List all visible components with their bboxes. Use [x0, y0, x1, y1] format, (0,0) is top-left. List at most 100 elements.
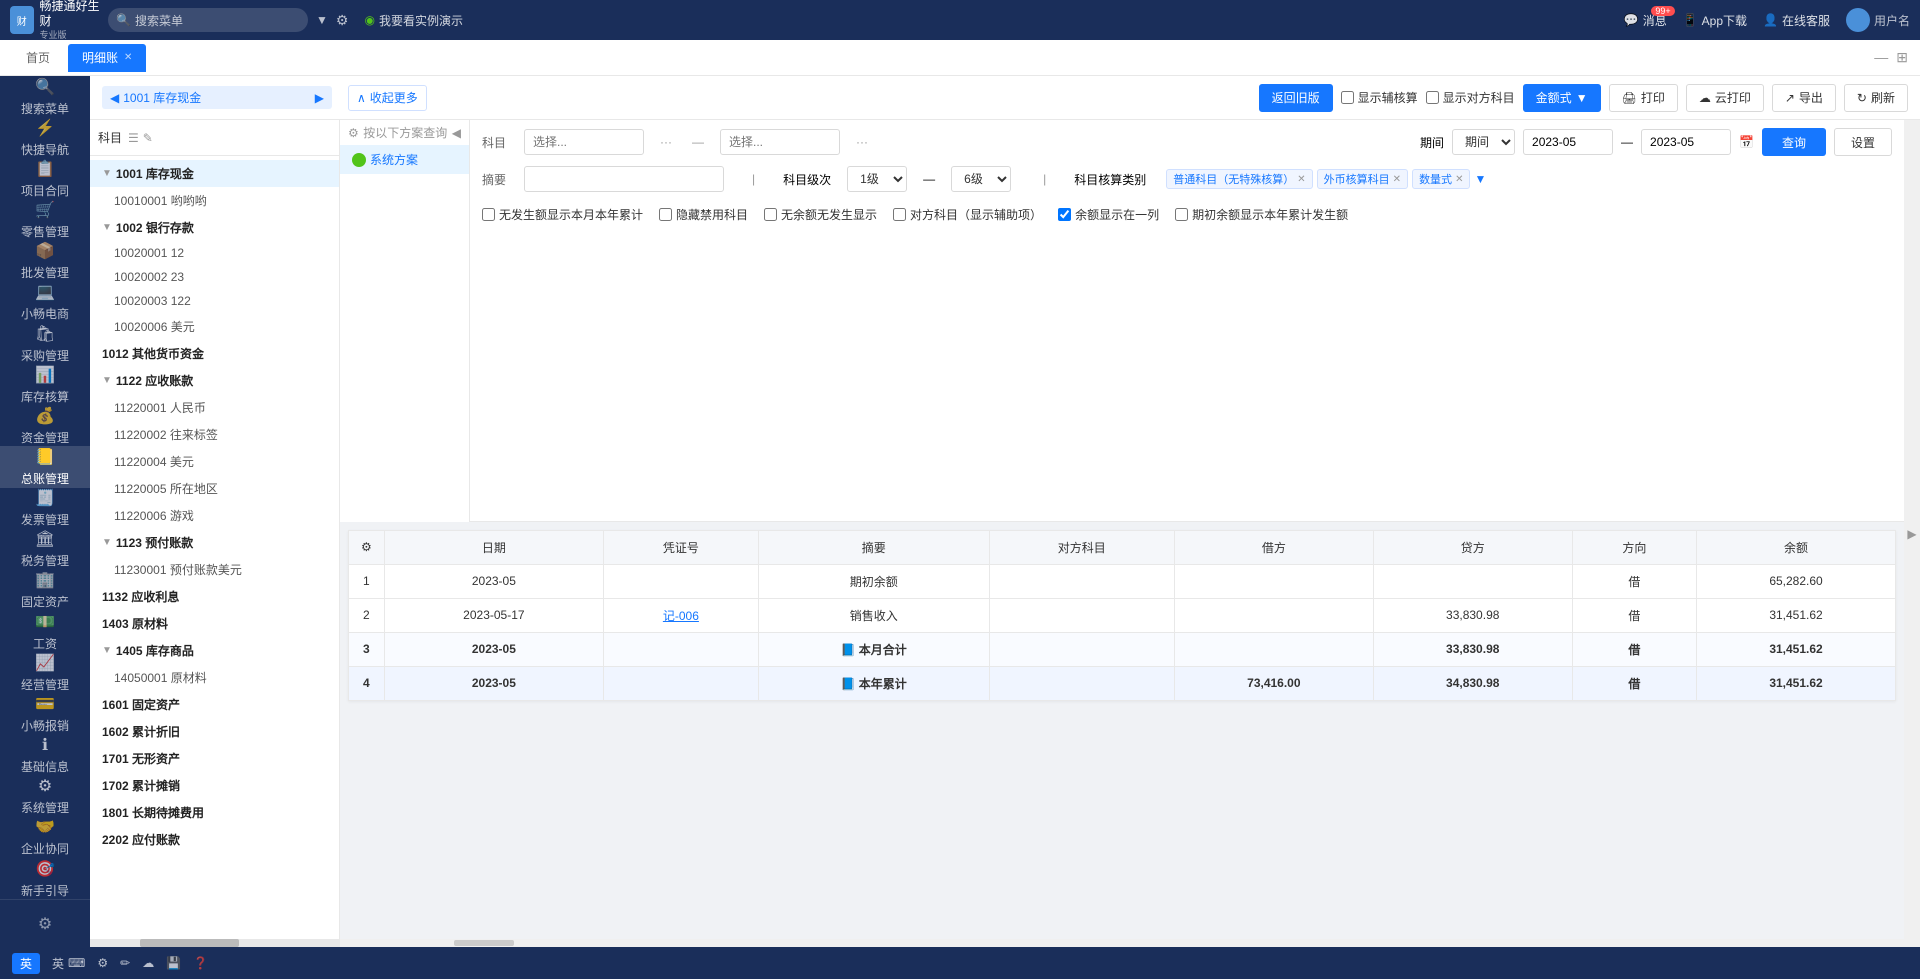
user-avatar[interactable]: 用户名	[1846, 8, 1910, 32]
tree-item-11220006[interactable]: 11220006 游戏	[90, 502, 339, 529]
sidebar-item-fund[interactable]: 💰 资金管理	[0, 405, 90, 446]
period-type-select[interactable]: 期间	[1452, 129, 1515, 155]
settings-button[interactable]: 设置	[1834, 128, 1892, 156]
tree-item-1701[interactable]: 1701 无形资产	[90, 745, 339, 772]
print-button[interactable]: 🖨 打印	[1609, 84, 1678, 112]
tree-item-1403[interactable]: 1403 原材料	[90, 610, 339, 637]
show-counterpart-checkbox[interactable]: 显示对方科目	[1426, 89, 1515, 106]
sidebar-item-base-info[interactable]: ℹ 基础信息	[0, 735, 90, 776]
tree-item-10020006[interactable]: 10020006 美元	[90, 313, 339, 340]
tree-item-1601[interactable]: 1601 固定资产	[90, 691, 339, 718]
online-service-button[interactable]: 👤 在线客服	[1763, 12, 1830, 29]
tree-item-1122[interactable]: ▼ 1122 应收账款	[90, 367, 339, 394]
subject-level-to-select[interactable]: 6级	[951, 166, 1011, 192]
checkbox-opening-ytd[interactable]: 期初余额显示本年累计发生额	[1175, 206, 1348, 223]
query-settings-icon[interactable]: ⚙	[348, 126, 359, 140]
tree-item-1001[interactable]: ▼ 1001 库存现金	[90, 160, 339, 187]
tree-item-11230001[interactable]: 11230001 预付账款美元	[90, 556, 339, 583]
sidebar-item-inventory[interactable]: 📊 库存核算	[0, 364, 90, 405]
tree-item-11220001[interactable]: 11220001 人民币	[90, 394, 339, 421]
subject-type-dropdown[interactable]: ▼	[1474, 172, 1486, 186]
tree-item-10020002[interactable]: 10020002 23	[90, 265, 339, 289]
tree-scrollbar[interactable]	[90, 939, 339, 947]
status-item-cloud-sync[interactable]: ☁	[142, 956, 154, 970]
sidebar-item-wholesale[interactable]: 📦 批发管理	[0, 241, 90, 282]
amount-mode-button[interactable]: 金额式 ▼	[1523, 84, 1601, 112]
settings-icon[interactable]: ⚙	[336, 12, 349, 29]
table-scroll-thumb[interactable]	[454, 940, 514, 946]
query-option-system[interactable]: 系统方案	[340, 145, 469, 174]
sidebar-item-retail[interactable]: 🛒 零售管理	[0, 199, 90, 240]
export-button[interactable]: ↗ 导出	[1772, 84, 1836, 112]
checkbox-no-amount[interactable]: 无发生额显示本月本年累计	[482, 206, 643, 223]
sidebar-item-project[interactable]: 📋 项目合同	[0, 158, 90, 199]
checkbox-no-balance[interactable]: 无余额无发生显示	[764, 206, 877, 223]
tab-maximize-icon[interactable]: ⊞	[1896, 49, 1908, 66]
search-box[interactable]: 🔍 搜索菜单	[108, 8, 308, 32]
tree-item-10020001[interactable]: 10020001 12	[90, 241, 339, 265]
selected-account-display[interactable]: ◀ 1001 库存现金 ▶	[102, 86, 332, 109]
show-aux-checkbox[interactable]: 显示辅核算	[1341, 89, 1418, 106]
back-old-version-button[interactable]: 返回旧版	[1259, 84, 1333, 112]
right-collapse-panel[interactable]: ▶	[1904, 120, 1920, 947]
subject-level-from-select[interactable]: 1级	[847, 166, 907, 192]
status-item-settings[interactable]: ⚙	[97, 956, 108, 970]
tree-item-1801[interactable]: 1801 长期待摊费用	[90, 799, 339, 826]
sidebar-item-enterprise[interactable]: 🤝 企业协同	[0, 817, 90, 858]
sidebar-item-guide[interactable]: 🎯 新手引导	[0, 858, 90, 899]
sidebar-item-operations[interactable]: 📈 经营管理	[0, 652, 90, 693]
sidebar-item-fixed-assets[interactable]: 🏢 固定资产	[0, 570, 90, 611]
subject-input[interactable]	[524, 129, 644, 155]
tree-item-1602[interactable]: 1602 累计折旧	[90, 718, 339, 745]
cloud-print-button[interactable]: ☁ 云打印	[1686, 84, 1764, 112]
tree-item-10020003[interactable]: 10020003 122	[90, 289, 339, 313]
status-item-lang[interactable]: 英 ⌨	[52, 955, 85, 972]
tree-item-1123[interactable]: ▼ 1123 预付账款	[90, 529, 339, 556]
period-end-input[interactable]	[1641, 129, 1731, 155]
checkbox-counterpart-show[interactable]: 对方科目（显示辅助项）	[893, 206, 1042, 223]
tab-home[interactable]: 首页	[12, 44, 64, 72]
table-scrollbar[interactable]	[340, 939, 1904, 947]
tree-item-10010001[interactable]: 10010001 哟哟哟	[90, 187, 339, 214]
status-item-cloud-backup[interactable]: 💾	[166, 956, 181, 970]
sidebar-item-ledger[interactable]: 📒 总账管理	[0, 446, 90, 487]
tree-list-icon[interactable]: ☰	[128, 131, 139, 145]
tree-item-1132[interactable]: 1132 应收利息	[90, 583, 339, 610]
tree-item-2202[interactable]: 2202 应付账款	[90, 826, 339, 853]
dropdown-arrow[interactable]: ▼	[316, 13, 328, 27]
sidebar-item-search[interactable]: 🔍 搜索菜单	[0, 76, 90, 117]
status-item-help[interactable]: ❓	[193, 956, 208, 970]
tree-item-1405[interactable]: ▼ 1405 库存商品	[90, 637, 339, 664]
sidebar-item-purchase[interactable]: 🛍 采购管理	[0, 323, 90, 364]
sidebar-item-ecommerce[interactable]: 💻 小畅电商	[0, 282, 90, 323]
checkbox-balance-one-col[interactable]: 余额显示在一列	[1058, 206, 1159, 223]
checkbox-hide-disabled[interactable]: 隐藏禁用科目	[659, 206, 748, 223]
tab-minimize-icon[interactable]: —	[1874, 49, 1888, 66]
tree-scroll-thumb[interactable]	[140, 939, 240, 947]
sidebar-settings-button[interactable]: ⚙	[0, 899, 90, 947]
demo-link[interactable]: ◉ 我要看实例演示	[364, 12, 463, 29]
calendar-icon[interactable]: 📅	[1739, 135, 1754, 149]
tree-item-11220004[interactable]: 11220004 美元	[90, 448, 339, 475]
tab-close-icon[interactable]: ✕	[124, 52, 132, 63]
query-collapse-icon[interactable]: ◀	[452, 126, 461, 140]
tree-item-11220005[interactable]: 11220005 所在地区	[90, 475, 339, 502]
period-start-input[interactable]	[1523, 129, 1613, 155]
sidebar-item-expense[interactable]: 💳 小畅报销	[0, 693, 90, 734]
summary-input[interactable]	[524, 166, 724, 192]
voucher-link[interactable]: 记-006	[663, 609, 699, 623]
query-button[interactable]: 查询	[1762, 128, 1826, 156]
tree-item-11220002[interactable]: 11220002 往来标签	[90, 421, 339, 448]
sidebar-item-tax[interactable]: 🏛 税务管理	[0, 529, 90, 570]
tree-item-14050001[interactable]: 14050001 原材料	[90, 664, 339, 691]
subject-input-end[interactable]	[720, 129, 840, 155]
app-download-button[interactable]: 📱 App下载	[1683, 12, 1747, 29]
tree-item-1012[interactable]: 1012 其他货币资金	[90, 340, 339, 367]
status-item-keyboard[interactable]: 英	[12, 953, 40, 974]
sidebar-item-system[interactable]: ⚙ 系统管理	[0, 776, 90, 817]
refresh-button[interactable]: ↻ 刷新	[1844, 84, 1908, 112]
sidebar-item-quick-nav[interactable]: ⚡ 快捷导航	[0, 117, 90, 158]
expand-more-button[interactable]: ∧ 收起更多	[348, 85, 427, 111]
message-button[interactable]: 💬 消息 99+	[1624, 12, 1667, 29]
tree-item-1702[interactable]: 1702 累计摊销	[90, 772, 339, 799]
